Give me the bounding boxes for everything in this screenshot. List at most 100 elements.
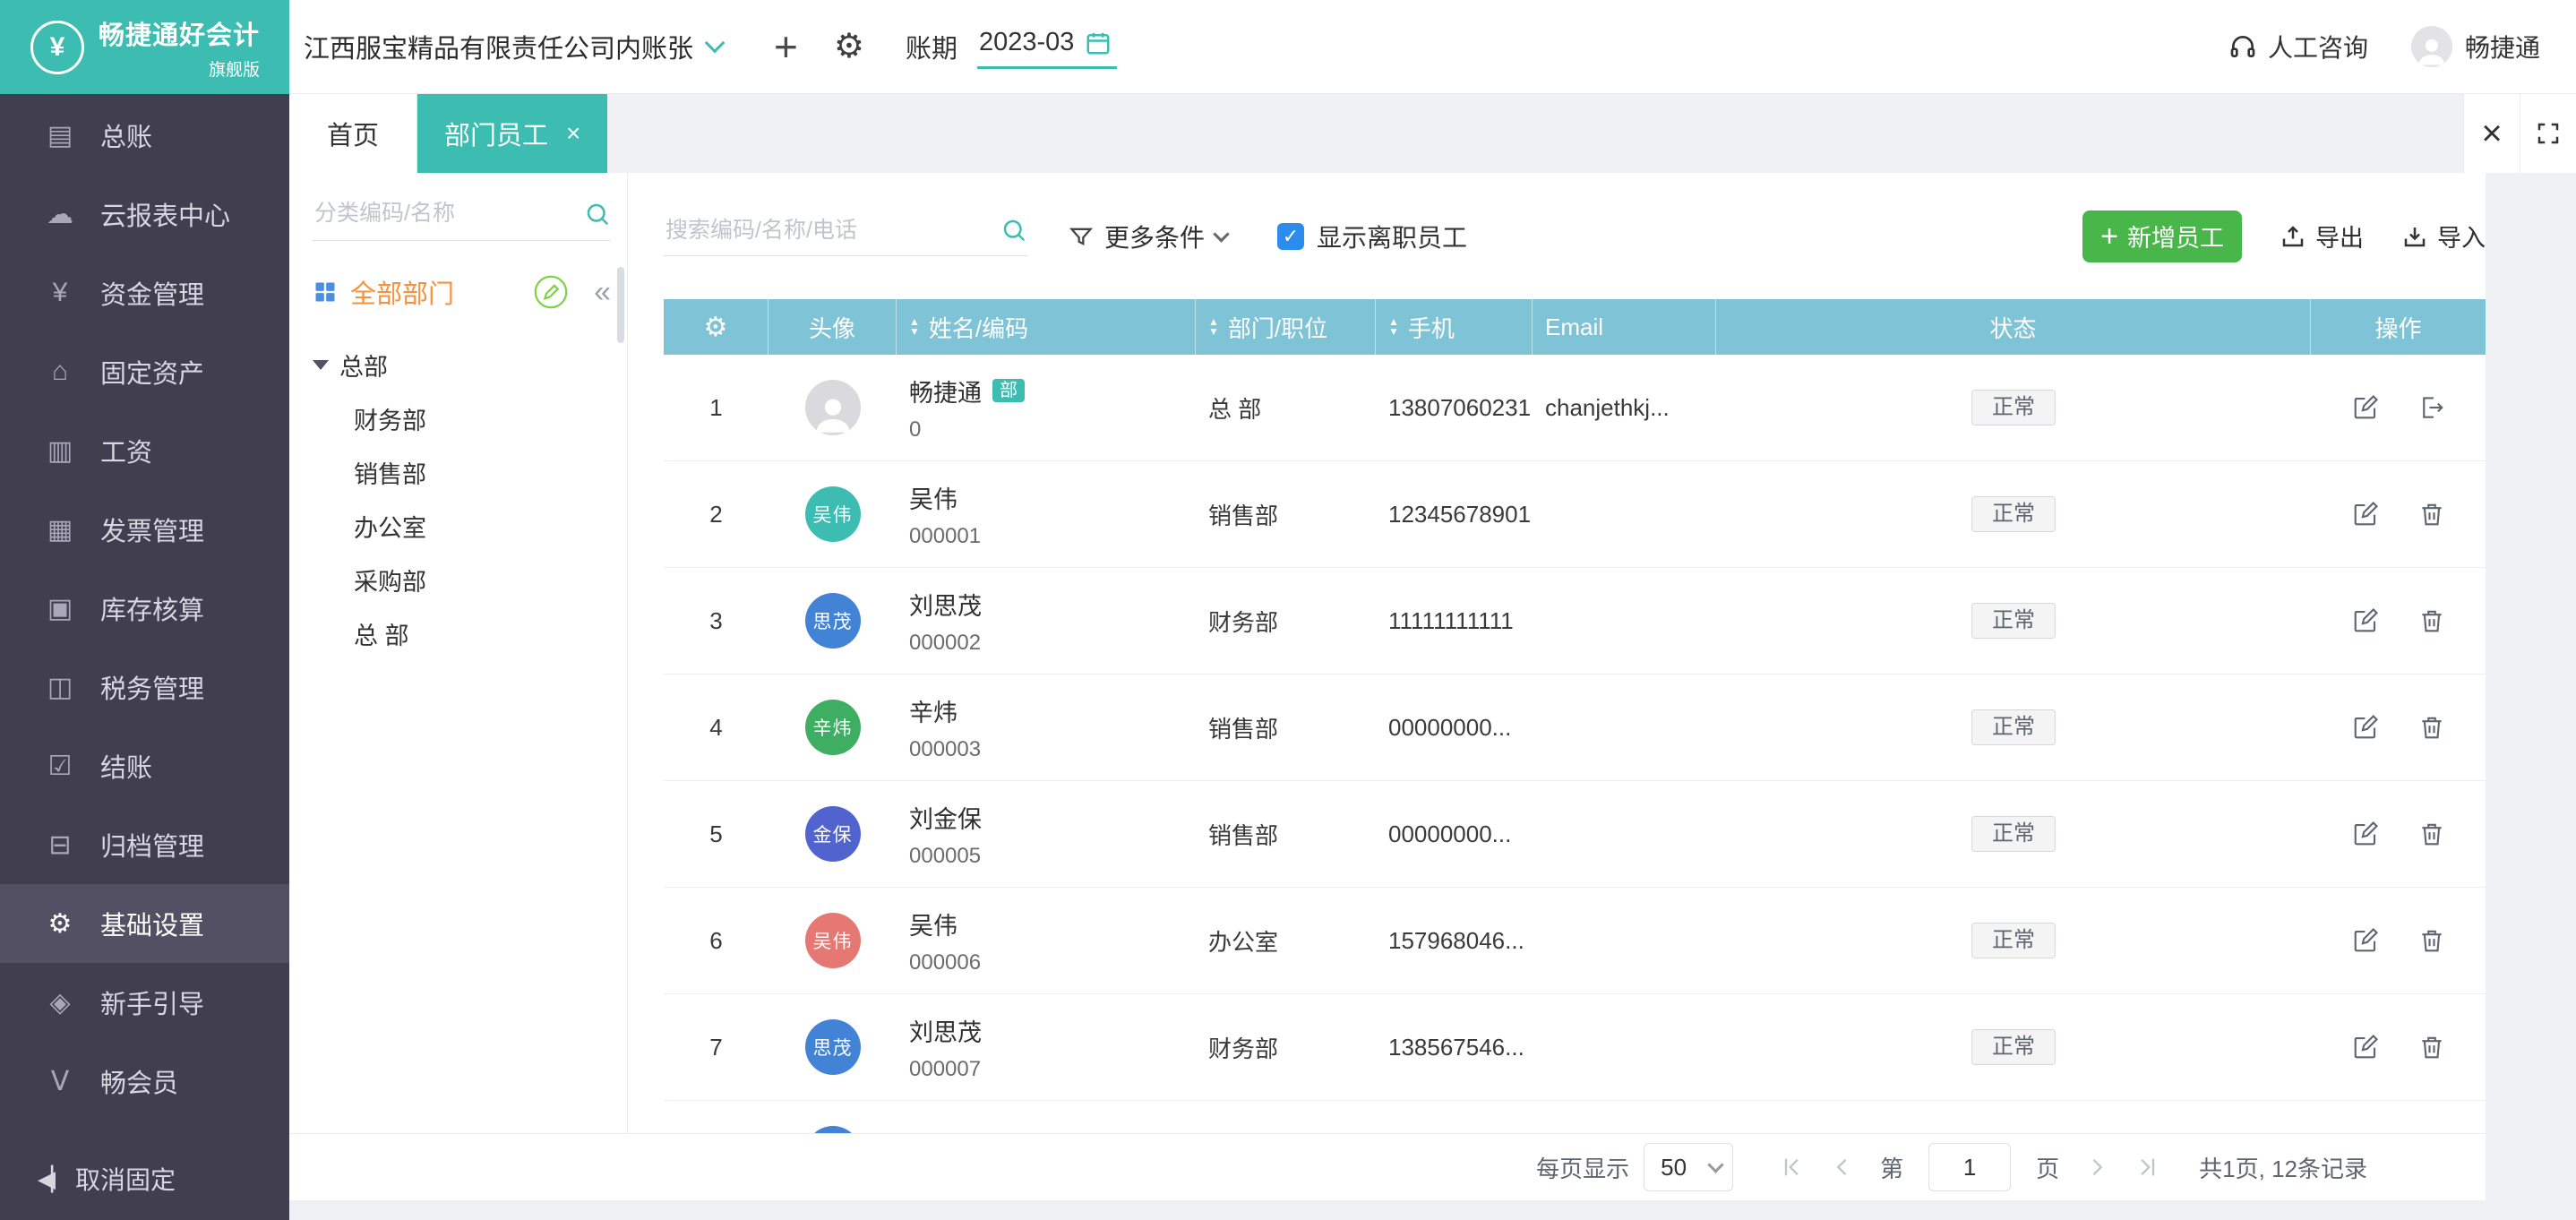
app-window: ¥ 畅捷通好会计 旗舰版 江西服宝精品有限责任公司内账张 + ⚙ 账期 2023… — [0, 0, 2576, 1220]
tree-item[interactable]: 采购部 — [313, 553, 611, 606]
company-selector[interactable]: 江西服宝精品有限责任公司内账张 — [304, 28, 726, 65]
sidebar-item-salary[interactable]: ▥ 工资 — [0, 411, 289, 490]
more-filters-button[interactable]: 更多条件 — [1069, 219, 1230, 254]
tree-item[interactable]: 财务部 — [313, 391, 611, 445]
fixed-assets-icon: ⌂ — [51, 357, 69, 386]
employee-name: 畅捷通 — [909, 379, 982, 407]
trash-icon[interactable] — [2418, 927, 2445, 954]
panel-scrollbar[interactable] — [617, 267, 624, 343]
sort-icon[interactable]: ▲ ▼ — [1208, 316, 1219, 337]
prev-page-button[interactable] — [1830, 1155, 1855, 1180]
sidebar-item-ledger[interactable]: ▤ 总账 — [0, 96, 289, 175]
col-avatar: 头像 — [769, 299, 897, 355]
employee-search-input[interactable] — [664, 216, 1000, 245]
trash-icon[interactable] — [2418, 820, 2445, 847]
col-phone[interactable]: ▲ ▼ 手机 — [1376, 299, 1533, 355]
col-phone-label: 手机 — [1407, 314, 1455, 342]
support-label: 人工咨询 — [2267, 34, 2368, 62]
next-page-button[interactable] — [2084, 1155, 2109, 1180]
sidebar-item-label: 固定资产 — [100, 360, 205, 389]
table-row: 7 思茂 刘思茂 000007 财务部 138567546... 正常 — [664, 994, 2486, 1101]
export-button[interactable]: 导出 — [2280, 219, 2364, 253]
tab-home[interactable]: 首页 — [289, 94, 418, 173]
col-name[interactable]: ▲ ▼ 姓名/编码 — [897, 299, 1196, 355]
trash-icon[interactable] — [2418, 1034, 2445, 1061]
status-badge: 正常 — [1971, 816, 2056, 852]
sort-icon[interactable]: ▲ ▼ — [1388, 316, 1399, 337]
tree-item[interactable]: 销售部 — [313, 445, 611, 499]
edit-icon[interactable] — [2352, 1034, 2379, 1061]
avatar: 吴伟 — [804, 486, 861, 542]
edit-departments-icon[interactable] — [533, 274, 569, 310]
tree-item[interactable]: 办公室 — [313, 499, 611, 553]
page-input[interactable]: 1 — [1928, 1143, 2012, 1191]
column-settings-gear-icon[interactable]: ⚙ — [664, 299, 769, 355]
headset-icon — [2228, 32, 2257, 61]
sidebar-item-label: 发票管理 — [100, 518, 205, 546]
name-cell: 辛炜 000003 — [897, 693, 1196, 762]
sidebar-item-settings[interactable]: ⚙ 基础设置 — [0, 884, 289, 963]
sidebar-item-closing[interactable]: ☑ 结账 — [0, 726, 289, 805]
sidebar-item-invoice[interactable]: ▦ 发票管理 — [0, 490, 289, 569]
table-row: 1 畅捷通部 0 总 部 13807060231 chanjethkj... 正常 — [664, 355, 2486, 461]
add-account-button[interactable]: + — [774, 26, 798, 67]
col-department[interactable]: ▲ ▼ 部门/职位 — [1196, 299, 1376, 355]
sidebar-item-inventory[interactable]: ▣ 库存核算 — [0, 569, 289, 648]
edit-icon[interactable] — [2352, 820, 2379, 847]
sidebar-item-member[interactable]: Ⅴ 畅会员 — [0, 1042, 289, 1121]
edit-icon[interactable] — [2352, 394, 2379, 421]
show-departed-checkbox[interactable]: ✓ — [1277, 222, 1305, 250]
trash-icon[interactable] — [2418, 501, 2445, 528]
col-avatar-label: 头像 — [808, 314, 855, 342]
sidebar-item-guide[interactable]: ◈ 新手引导 — [0, 963, 289, 1042]
tree-root-item[interactable]: 总部 — [313, 338, 611, 391]
avatar: 思茂 — [804, 1019, 861, 1075]
app-edition: 旗舰版 — [209, 60, 261, 80]
col-name-label: 姓名/编码 — [928, 314, 1029, 342]
trash-icon[interactable] — [2418, 607, 2445, 634]
last-page-button[interactable] — [2134, 1155, 2160, 1180]
sidebar-item-cloud-report[interactable]: ☁ 云报表中心 — [0, 175, 289, 253]
sort-icon[interactable]: ▲ ▼ — [909, 316, 920, 337]
add-employee-button[interactable]: + 新增员工 — [2082, 210, 2242, 262]
edit-icon[interactable] — [2352, 501, 2379, 528]
sidebar-item-tax[interactable]: ◫ 税务管理 — [0, 648, 289, 726]
edit-icon[interactable] — [2352, 607, 2379, 634]
sidebar-item-funds[interactable]: ¥ 资金管理 — [0, 253, 289, 332]
unpin-sidebar-button[interactable]: ◀▏ 取消固定 — [0, 1150, 289, 1207]
import-label: 导入 — [2437, 225, 2486, 252]
col-operations-label: 操作 — [2374, 314, 2422, 342]
tab-department-employees[interactable]: 部门员工 × — [417, 94, 608, 173]
search-icon[interactable] — [1000, 217, 1027, 244]
name-cell: 畅捷通部 0 — [897, 374, 1196, 442]
ops-cell — [2311, 927, 2486, 954]
edit-icon[interactable] — [2352, 714, 2379, 741]
avatar-cell: 吴伟 — [769, 486, 897, 542]
sidebar-item-fixed-assets[interactable]: ⌂ 固定资产 — [0, 332, 289, 411]
first-page-button[interactable] — [1780, 1155, 1805, 1180]
avatar: 吴伟 — [804, 913, 861, 968]
more-filters-label: 更多条件 — [1104, 223, 1206, 252]
search-icon[interactable] — [584, 201, 611, 228]
status-cell: 正常 — [1716, 603, 2311, 639]
user-avatar[interactable] — [2410, 26, 2452, 67]
edit-icon[interactable] — [2352, 927, 2379, 954]
department-search-input[interactable] — [313, 200, 584, 228]
tree-item[interactable]: 总 部 — [313, 606, 611, 660]
close-all-tabs-icon[interactable]: × — [2464, 94, 2520, 173]
per-page-select[interactable]: 50 — [1644, 1143, 1734, 1191]
account-settings-gear-icon[interactable]: ⚙ — [834, 30, 864, 64]
exit-icon[interactable] — [2418, 394, 2445, 421]
all-departments-row: 全部部门 « — [313, 273, 611, 311]
trash-icon[interactable] — [2418, 714, 2445, 741]
close-tab-icon[interactable]: × — [566, 121, 580, 146]
collapse-panel-icon[interactable]: « — [594, 277, 611, 307]
fullscreen-icon[interactable] — [2520, 94, 2576, 173]
support-button[interactable]: 人工咨询 — [2228, 29, 2368, 64]
sidebar-item-label: 新手引导 — [100, 991, 205, 1019]
sidebar-item-archive[interactable]: ⊟ 归档管理 — [0, 805, 289, 884]
all-departments-label[interactable]: 全部部门 — [350, 273, 454, 311]
ops-cell — [2311, 714, 2486, 741]
import-button[interactable]: 导入 — [2401, 219, 2486, 253]
period-selector[interactable]: 2023-03 — [976, 24, 1118, 69]
